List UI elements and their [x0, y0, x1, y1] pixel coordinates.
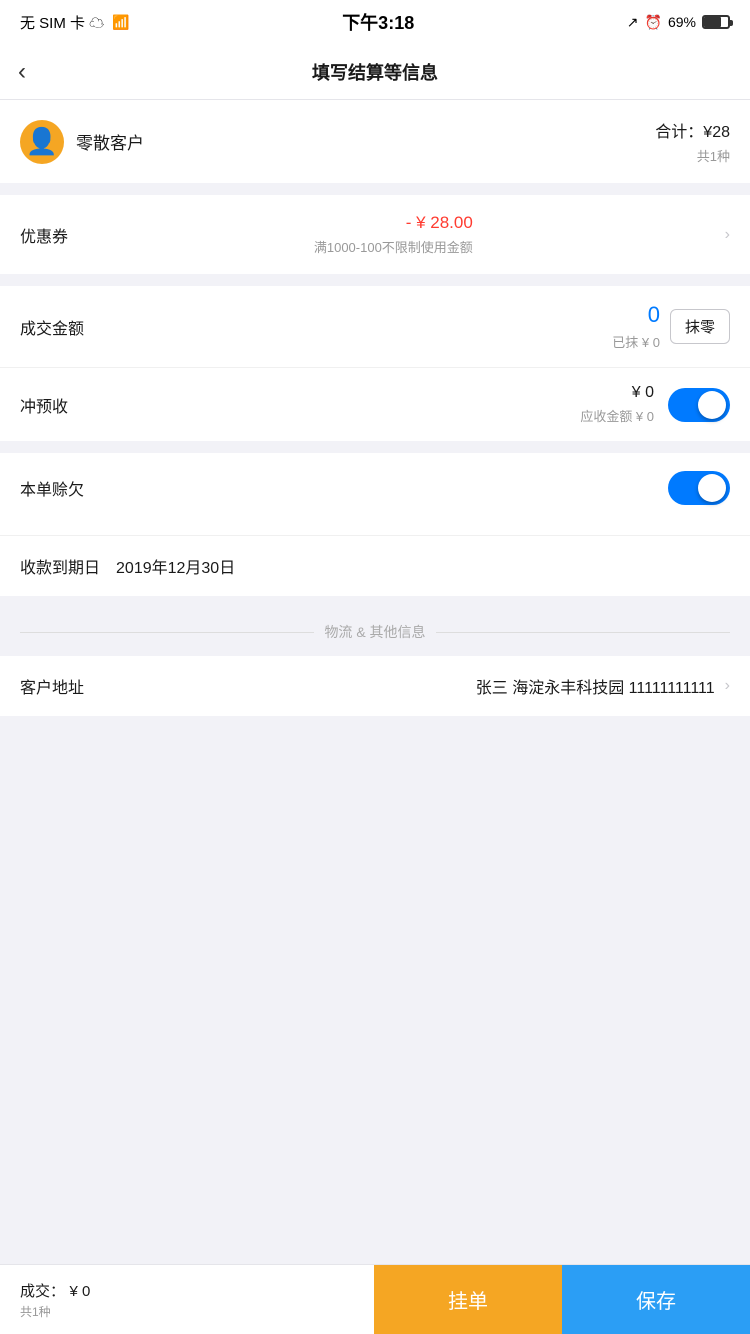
bottom-info: 成交： ¥ 0 共1种: [0, 1280, 374, 1320]
total-count: 共1种: [655, 146, 730, 165]
bottom-deal-label: 成交：: [20, 1283, 65, 1300]
status-right: ↗ ⏰ 69%: [627, 14, 730, 31]
page-title: 填写结算等信息: [312, 59, 438, 85]
coupon-chevron-icon: ›: [725, 226, 730, 244]
transaction-section: 成交金额 0 已抹 ¥ 0 抹零 冲预收 ¥ 0 应收金额 ¥ 0: [0, 286, 750, 441]
sim-label: 无 SIM 卡 ☁: [20, 12, 104, 33]
coupon-label: 优惠券: [20, 223, 68, 247]
prepay-values: ¥ 0 应收金额 ¥ 0: [580, 384, 654, 425]
status-bar: 无 SIM 卡 ☁ 📶 下午3:18 ↗ ⏰ 69%: [0, 0, 750, 44]
transaction-value[interactable]: 0: [612, 302, 660, 328]
prepay-right: ¥ 0 应收金额 ¥ 0: [580, 384, 730, 425]
prepay-sub: 应收金额 ¥ 0: [580, 406, 654, 425]
address-section[interactable]: 客户地址 张三 海淀永丰科技园 11111111111 ›: [0, 656, 750, 716]
nav-bar: ‹ 填写结算等信息: [0, 44, 750, 100]
alarm-icon: ⏰: [645, 14, 662, 31]
prepay-amount: ¥ 0: [580, 384, 654, 402]
coupon-row[interactable]: 优惠券 - ¥ 28.00 满1000-100不限制使用金额 ›: [0, 195, 750, 274]
bottom-bar: 成交： ¥ 0 共1种 挂单 保存: [0, 1264, 750, 1334]
address-value: 张三 海淀永丰科技园 11111111111: [476, 674, 715, 698]
customer-right: 合计：¥28 共1种: [655, 118, 730, 165]
suspend-button[interactable]: 挂单: [374, 1265, 562, 1334]
debt-toggle[interactable]: [668, 471, 730, 505]
amount-input-area: 0 已抹 ¥ 0 抹零: [612, 302, 730, 351]
battery-icon: [702, 15, 730, 29]
bottom-deal-amount: ¥ 0: [69, 1283, 90, 1300]
battery-percentage: 69%: [668, 14, 696, 30]
transaction-row: 成交金额 0 已抹 ¥ 0 抹零: [0, 286, 750, 367]
due-date-label: 收款到期日: [20, 554, 100, 578]
coupon-section: 优惠券 - ¥ 28.00 满1000-100不限制使用金额 ›: [0, 195, 750, 274]
address-label: 客户地址: [20, 674, 84, 698]
status-time: 下午3:18: [342, 9, 414, 35]
avatar: 👤: [20, 120, 64, 164]
round-button[interactable]: 抹零: [670, 309, 730, 344]
back-button[interactable]: ‹: [18, 60, 26, 84]
wifi-icon: 📶: [112, 14, 129, 31]
status-left: 无 SIM 卡 ☁ 📶: [20, 12, 130, 33]
logistics-line: 物流 & 其他信息: [20, 622, 730, 642]
debt-row: 本单赊欠: [0, 453, 750, 523]
due-date-value: 2019年12月30日: [116, 554, 235, 578]
address-chevron-icon: ›: [725, 677, 730, 695]
bottom-count: 共1种: [20, 1303, 354, 1320]
logistics-divider: 物流 & 其他信息: [0, 608, 750, 656]
debt-section: 本单赊欠 收款到期日 2019年12月30日: [0, 453, 750, 596]
save-button[interactable]: 保存: [562, 1265, 750, 1334]
prepay-row: 冲预收 ¥ 0 应收金额 ¥ 0: [0, 367, 750, 441]
debt-toggle-knob: [698, 474, 726, 502]
location-icon: ↗: [627, 14, 639, 31]
customer-row: 👤 零散客户 合计：¥28 共1种: [0, 100, 750, 183]
total-amount: 合计：¥28: [655, 118, 730, 142]
prepay-toggle[interactable]: [668, 388, 730, 422]
divider-line-left: [20, 632, 314, 633]
bottom-deal-row: 成交： ¥ 0: [20, 1280, 354, 1301]
logistics-text: 物流 & 其他信息: [324, 622, 425, 642]
avatar-icon: 👤: [26, 126, 58, 157]
coupon-desc: 满1000-100不限制使用金额: [314, 237, 473, 256]
toggle-knob: [698, 391, 726, 419]
divider-line-right: [436, 632, 730, 633]
customer-left: 👤 零散客户: [20, 120, 144, 164]
transaction-label: 成交金额: [20, 315, 84, 339]
empty-space: [0, 728, 750, 928]
customer-section: 👤 零散客户 合计：¥28 共1种: [0, 100, 750, 183]
coupon-amount: - ¥ 28.00: [314, 213, 473, 233]
coupon-right: - ¥ 28.00 满1000-100不限制使用金额: [314, 213, 473, 256]
already-rounded-label: 已抹 ¥ 0: [612, 332, 660, 351]
address-right: 张三 海淀永丰科技园 11111111111 ›: [476, 674, 730, 698]
prepay-label: 冲预收: [20, 393, 68, 417]
due-date-row[interactable]: 收款到期日 2019年12月30日: [0, 535, 750, 596]
customer-name: 零散客户: [76, 129, 144, 154]
debt-label: 本单赊欠: [20, 476, 84, 500]
